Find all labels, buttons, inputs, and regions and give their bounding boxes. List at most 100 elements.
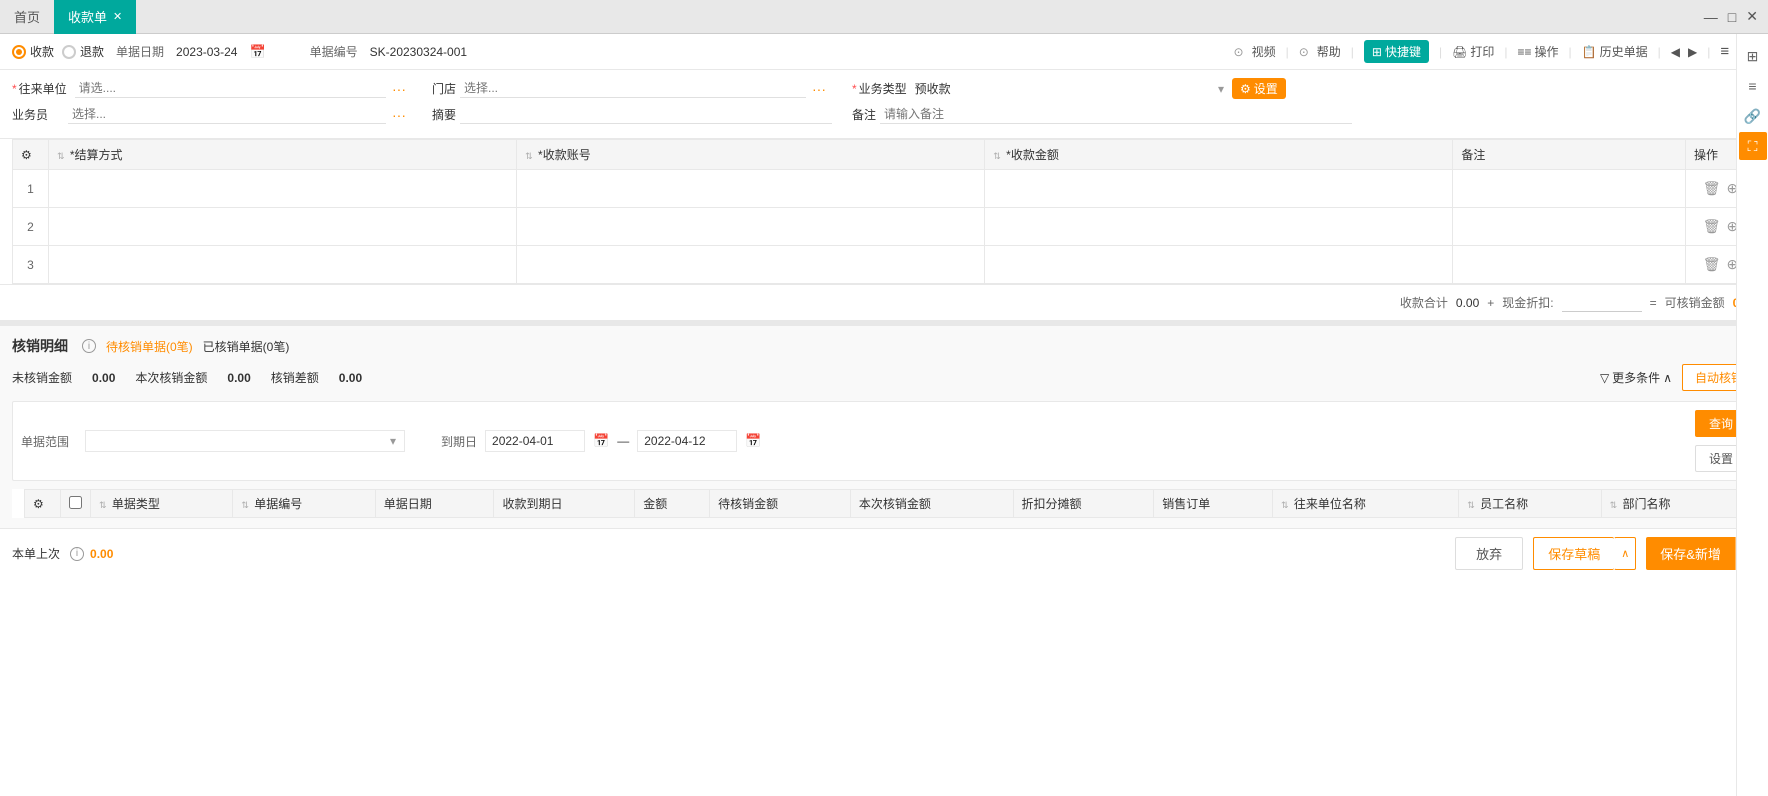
sidebar-link-icon[interactable]: 🔗 [1739, 102, 1767, 130]
save-draft-btn[interactable]: 保存草稿 [1533, 537, 1614, 570]
sidebar-expand-icon[interactable]: ⛶ [1739, 132, 1767, 160]
more-conditions-btn[interactable]: ▽ 更多条件 ∧ [1600, 369, 1672, 386]
row-2-settle[interactable] [49, 208, 517, 246]
next-page-icon[interactable]: ▶ [1688, 45, 1697, 59]
table-gear-th[interactable]: ⚙ [13, 140, 49, 170]
date-calendar-icon[interactable]: 📅 [249, 44, 265, 60]
date-value[interactable]: 2023-03-24 [176, 45, 237, 59]
minimize-icon[interactable]: — [1704, 9, 1718, 25]
remark-input[interactable] [880, 105, 1352, 124]
row-1-settle[interactable] [49, 170, 517, 208]
receipt-table: ⚙ ⇅ *结算方式 ⇅ *收款账号 ⇅ *收款金额 备注 [12, 139, 1756, 284]
list-view-icon[interactable]: ≡ [1720, 43, 1729, 60]
counterparty-label: 往来单位 [19, 80, 75, 97]
row-2-delete-icon[interactable]: 🗑 [1703, 218, 1721, 235]
row-3-settle[interactable] [49, 246, 517, 284]
video-btn[interactable]: 视频 [1252, 43, 1276, 60]
store-input[interactable] [460, 79, 806, 98]
row-3-delete-icon[interactable]: 🗑 [1703, 256, 1721, 273]
shortcut-icon: ⊞ [1372, 45, 1382, 59]
prev-value: 0.00 [90, 547, 113, 561]
form-row-1: * 往来单位 ··· 门店 ··· * 业务类型 预收款 ▾ ⚙ [12, 78, 1756, 99]
discard-btn[interactable]: 放弃 [1455, 537, 1523, 570]
print-btn[interactable]: 🖨 打印 [1452, 43, 1494, 60]
toolbar: 收款 退款 单据日期 2023-03-24 📅 单据编号 SK-20230324… [0, 34, 1768, 70]
save-new-btn[interactable]: 保存&新增 [1646, 537, 1735, 570]
discount-input[interactable] [1562, 293, 1642, 312]
radio-refund-label: 退款 [80, 43, 104, 60]
staff-more-icon[interactable]: ··· [386, 107, 412, 123]
close-window-icon[interactable]: ✕ [1746, 8, 1758, 25]
business-type-label: 业务类型 [859, 80, 915, 97]
row-2-account[interactable] [517, 208, 985, 246]
row-1-amount[interactable] [985, 170, 1453, 208]
writeoff-stats: 未核销金额 0.00 本次核销金额 0.00 核销差额 0.00 ▽ 更多条件 … [12, 364, 1756, 391]
pending-tab[interactable]: 待核销单据(0笔) [106, 338, 193, 355]
total-value: 0.00 [1456, 296, 1479, 310]
row-3-amount[interactable] [985, 246, 1453, 284]
date-to-calendar-icon[interactable]: 📅 [745, 433, 761, 449]
staff-input[interactable] [68, 105, 386, 124]
discount-label: 现金折扣: [1502, 294, 1553, 311]
row-1-num: 1 [13, 170, 49, 208]
date-from-calendar-icon[interactable]: 📅 [593, 433, 609, 449]
staff-field: 业务员 ··· [12, 105, 412, 124]
tab-close-icon[interactable]: ✕ [113, 10, 122, 23]
settings-btn[interactable]: ⚙ 设置 [1232, 78, 1286, 99]
row-2-amount[interactable] [985, 208, 1453, 246]
radio-refund[interactable]: 退款 [62, 43, 104, 60]
shortcut-label: 快捷键 [1385, 43, 1421, 60]
receipt-type-radio: 收款 退款 [12, 43, 104, 60]
history-btn[interactable]: 📋 历史单据 [1582, 43, 1648, 60]
select-all-checkbox[interactable] [69, 496, 82, 509]
date-to-input[interactable]: 2022-04-12 [637, 430, 737, 452]
row-2-remark[interactable] [1453, 208, 1686, 246]
bt-check-th[interactable] [61, 490, 91, 518]
radio-receipt[interactable]: 收款 [12, 43, 54, 60]
remark-label: 备注 [852, 106, 880, 123]
tab-receipt[interactable]: 收款单 ✕ [54, 0, 136, 34]
store-more-icon[interactable]: ··· [806, 81, 832, 97]
doc-range-select[interactable]: ▾ [85, 430, 405, 452]
summary-row: 收款合计 0.00 + 现金折扣: = 可核销金额 0.00 [0, 284, 1768, 320]
operate-btn[interactable]: ≡≡ 操作 [1517, 43, 1558, 60]
gear-icon: ⚙ [1240, 82, 1251, 96]
radio-receipt-label: 收款 [30, 43, 54, 60]
row-1-delete-icon[interactable]: 🗑 [1703, 180, 1721, 197]
footer-info-icon[interactable]: i [70, 547, 84, 561]
sidebar-table-icon[interactable]: ⊞ [1739, 42, 1767, 70]
print-label: 打印 [1470, 43, 1494, 60]
summary-input[interactable] [460, 105, 832, 124]
th-account: ⇅ *收款账号 [517, 140, 985, 170]
counterparty-more-icon[interactable]: ··· [386, 81, 412, 97]
footer: 本单上次 i 0.00 放弃 保存草稿 ∧ 保存&新增 ∧ [0, 528, 1768, 578]
bt-th-docdate: 单据日期 [375, 490, 494, 518]
date-label: 单据日期 [116, 43, 164, 60]
help-btn[interactable]: 帮助 [1317, 43, 1341, 60]
date-from-input[interactable]: 2022-04-01 [485, 430, 585, 452]
writeoff-info-icon[interactable]: i [82, 339, 96, 353]
date-range-group: 到期日 2022-04-01 📅 — 2022-04-12 📅 [441, 430, 761, 452]
business-type-value: 预收款 [915, 80, 1218, 97]
prev-page-icon[interactable]: ◀ [1671, 45, 1680, 59]
shortcut-btn[interactable]: ⊞ 快捷键 [1364, 40, 1429, 63]
row-1-remark[interactable] [1453, 170, 1686, 208]
save-draft-chevron[interactable]: ∧ [1614, 537, 1636, 570]
help-icon: ⊙ [1299, 45, 1309, 59]
bt-gear-th[interactable]: ⚙ [25, 490, 61, 518]
doc-range-label: 单据范围 [21, 433, 69, 450]
business-type-chevron[interactable]: ▾ [1218, 82, 1224, 96]
row-3-remark[interactable] [1453, 246, 1686, 284]
operate-icon: ≡≡ [1517, 45, 1531, 59]
maximize-icon[interactable]: □ [1728, 9, 1736, 25]
completed-tab[interactable]: 已核销单据(0笔) [203, 338, 290, 355]
row-1-account[interactable] [517, 170, 985, 208]
counterparty-input[interactable] [75, 79, 386, 98]
writeoff-title: 核销明细 [12, 336, 68, 356]
th-amount: ⇅ *收款金额 [985, 140, 1453, 170]
tab-home[interactable]: 首页 [0, 0, 54, 34]
required-mark: * [12, 82, 17, 96]
sidebar-list-icon[interactable]: ≡ [1739, 72, 1767, 100]
history-label: 历史单据 [1600, 43, 1648, 60]
row-3-account[interactable] [517, 246, 985, 284]
